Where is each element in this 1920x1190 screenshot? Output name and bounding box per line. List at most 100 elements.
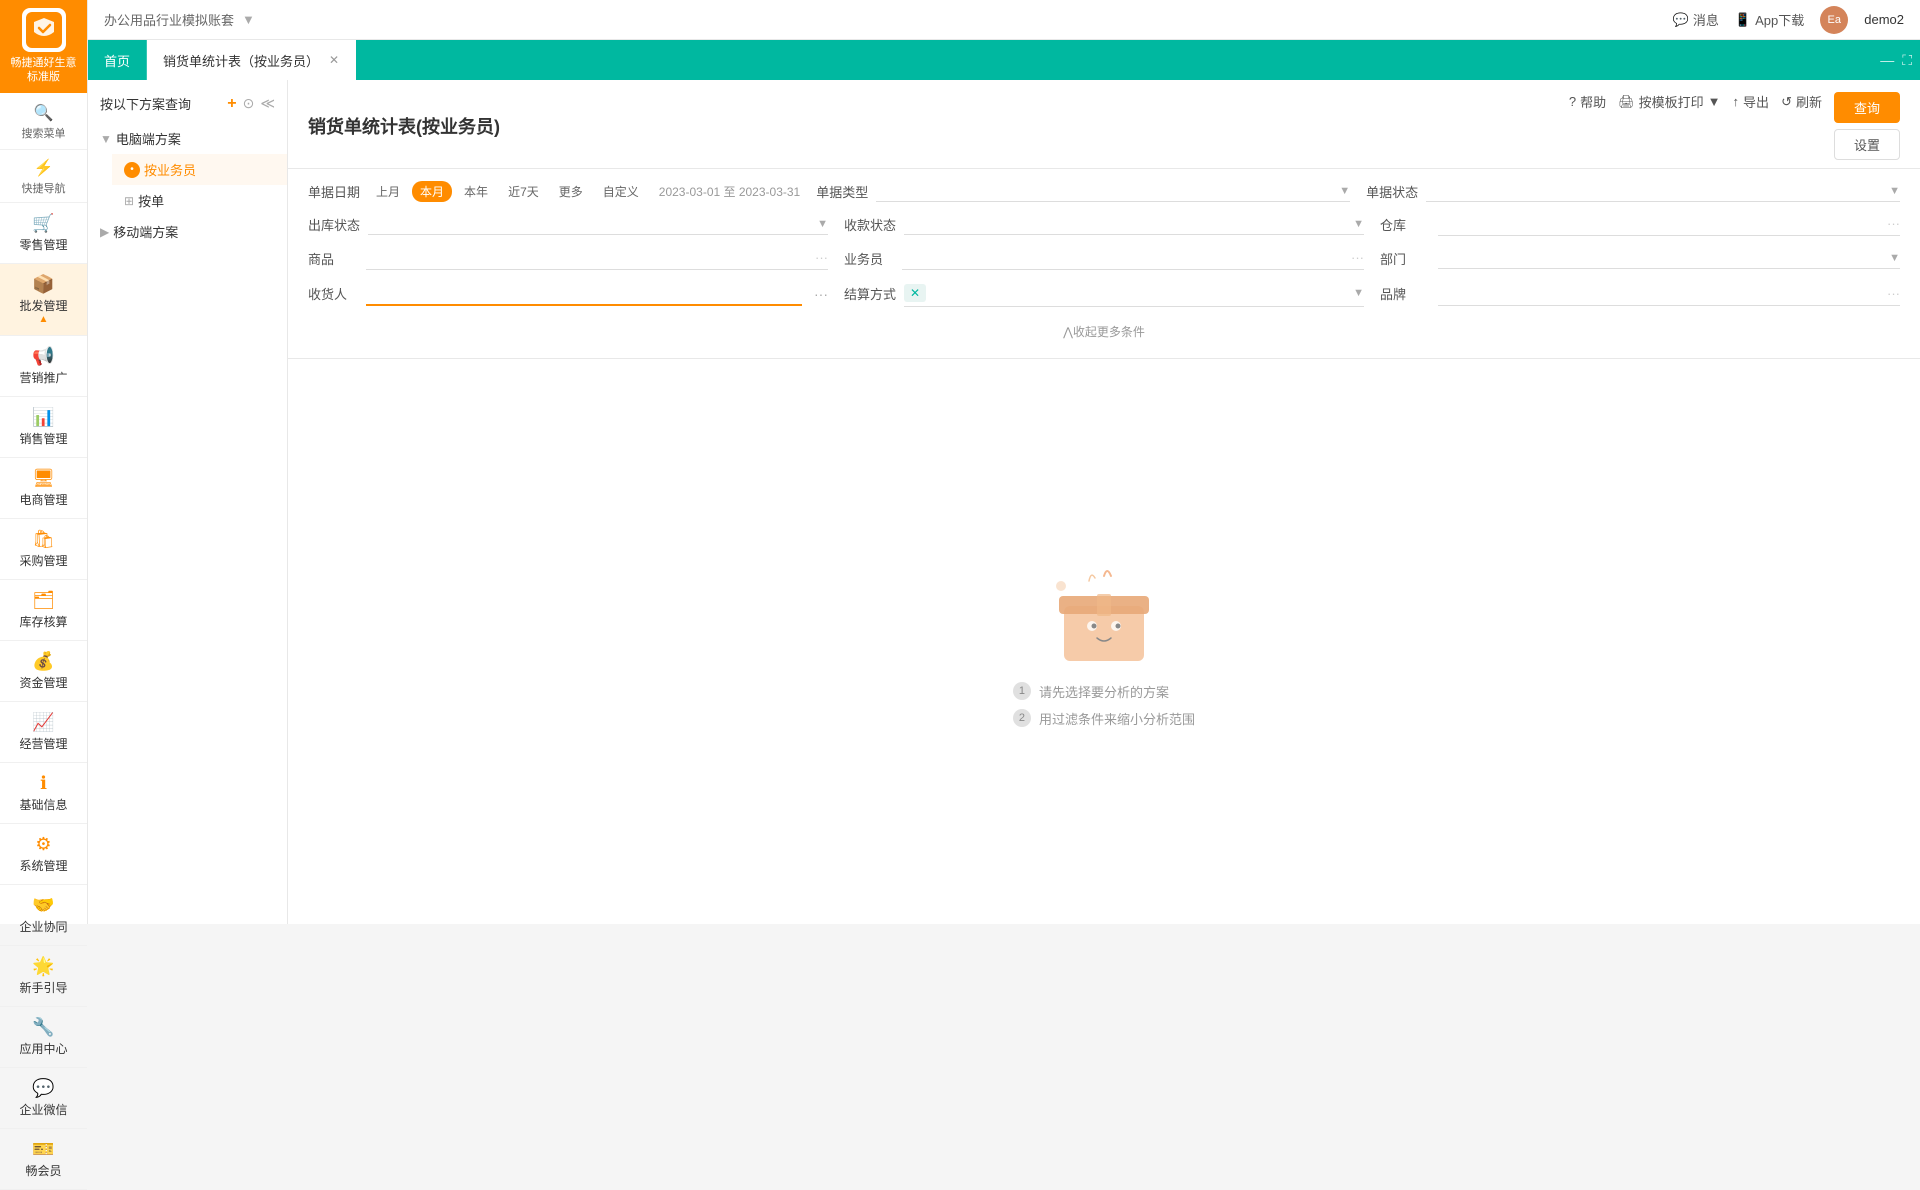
filter-row-2: 出库状态 ▼ 收款状态 ▼ 仓库 — [308, 212, 1900, 236]
payment-method-tag-close[interactable]: ✕ — [910, 286, 920, 300]
user-avatar[interactable]: Ea — [1820, 6, 1848, 34]
payment-method-select[interactable]: ✕ ▼ — [904, 280, 1364, 307]
app-download-btn[interactable]: 📱 App下载 — [1735, 10, 1804, 29]
consignee-label: 收货人 — [308, 284, 358, 303]
type-arrow-icon: ▼ — [1339, 185, 1350, 197]
sidebar-item-ecommerce[interactable]: 🖥 电商管理 — [0, 458, 87, 519]
tab-home[interactable]: 首页 — [88, 40, 147, 80]
date-pill-this-year[interactable]: 本年 — [456, 181, 496, 202]
export-btn[interactable]: ↑ 导出 — [1733, 92, 1770, 111]
dept-arrow-icon: ▼ — [1889, 252, 1900, 264]
member-icon: 🎫 — [32, 1139, 54, 1160]
sidebar-item-wechat[interactable]: 💬 企业微信 — [0, 1068, 87, 1129]
sidebar-item-enterprise[interactable]: 🤝 企业协同 — [0, 885, 87, 946]
filter-payment: 收款状态 ▼ — [844, 214, 1364, 235]
status-select[interactable]: ▼ — [1426, 181, 1900, 202]
filter-brand: 品牌 ··· — [1380, 282, 1900, 306]
user-name[interactable]: demo2 — [1864, 12, 1904, 27]
print-dropdown-icon[interactable]: ▼ — [1708, 94, 1721, 109]
sidebar-item-operations[interactable]: 📈 经营管理 — [0, 702, 87, 763]
date-pill-7days[interactable]: 近7天 — [500, 181, 547, 202]
basic-icon: ℹ — [40, 773, 47, 794]
ecommerce-icon: 🖥 — [32, 468, 55, 489]
staff-select[interactable]: ··· — [902, 246, 1364, 270]
hint-text-2: 用过滤条件来缩小分析范围 — [1039, 709, 1195, 728]
sidebar-item-ecommerce-label: 电商管理 — [19, 491, 67, 508]
filter-out-status: 出库状态 ▼ — [308, 214, 828, 235]
inventory-icon: 🗂 — [32, 590, 55, 611]
sidebar-item-sales[interactable]: 📊 销售管理 — [0, 397, 87, 458]
tree-item-by-staff[interactable]: • 按业务员 — [112, 154, 287, 185]
filter-date: 单据日期 上月 本月 本年 近7天 更多 自定义 2023-03-01 至 20… — [308, 181, 800, 202]
tree-item-pc[interactable]: ▼ 电脑端方案 — [88, 123, 287, 154]
collapse-conditions-btn[interactable]: ⋀ 收起更多条件 — [308, 317, 1900, 346]
tree-sub-pc: • 按业务员 ⊞ 按单 — [88, 154, 287, 216]
sidebar-item-finance[interactable]: 💰 资金管理 — [0, 641, 87, 702]
marketing-icon: 📢 — [32, 346, 54, 367]
grid-icon: ⊞ — [124, 194, 134, 208]
refresh-btn[interactable]: ↺ 刷新 — [1781, 92, 1822, 111]
date-pill-last-month[interactable]: 上月 — [368, 181, 408, 202]
app-download-icon: 📱 — [1735, 12, 1751, 28]
tab-close-btn[interactable]: ✕ — [329, 53, 339, 67]
filter-dept: 部门 ▼ — [1380, 248, 1900, 269]
sidebar-item-inventory[interactable]: 🗂 库存核算 — [0, 580, 87, 641]
tab-sales-report[interactable]: 销货单统计表（按业务员） ✕ — [147, 40, 356, 80]
sidebar-search[interactable]: 🔍 搜索菜单 — [0, 93, 87, 150]
consignee-dots-icon[interactable]: ··· — [814, 286, 828, 302]
date-pill-this-month[interactable]: 本月 — [412, 181, 452, 202]
sidebar-item-wholesale[interactable]: 📦 批发管理 ▲ — [0, 264, 87, 336]
sidebar-item-basic[interactable]: ℹ 基础信息 — [0, 763, 87, 824]
help-btn[interactable]: ? 帮助 — [1569, 92, 1606, 111]
sidebar-item-newbie[interactable]: 🌟 新手引导 — [0, 946, 87, 1007]
type-select[interactable]: ▼ — [876, 181, 1350, 202]
sidebar-item-appstore-label: 应用中心 — [19, 1040, 67, 1057]
tab-expand-icon[interactable]: ⛶ — [1902, 52, 1912, 69]
wechat-icon: 💬 — [32, 1078, 54, 1099]
scheme-tree: ▼ 电脑端方案 • 按业务员 ⊞ 按单 ▶ 移动端方案 — [88, 119, 287, 251]
goods-select[interactable]: ··· — [366, 246, 828, 270]
left-panel: 按以下方案查询 + ⊙ ≪ ▼ 电脑端方案 • 按业务员 — [88, 80, 288, 924]
filter-consignee: 收货人 ··· — [308, 281, 828, 306]
date-pill-custom[interactable]: 自定义 — [595, 181, 647, 202]
query-button[interactable]: 查询 — [1834, 92, 1900, 123]
sidebar-item-operations-label: 经营管理 — [19, 735, 67, 752]
date-pills: 上月 本月 本年 近7天 更多 自定义 2023-03-01 至 2023-03… — [368, 181, 800, 202]
add-scheme-btn[interactable]: + — [227, 95, 236, 113]
message-btn[interactable]: 💬 消息 — [1673, 10, 1719, 29]
topbar: 办公用品行业模拟账套 ▼ 💬 消息 📱 App下载 Ea demo2 — [88, 0, 1920, 40]
date-pill-more[interactable]: 更多 — [551, 181, 591, 202]
warehouse-select[interactable]: ··· — [1438, 212, 1900, 236]
print-btn[interactable]: 🖨 按模板打印 ▼ — [1618, 92, 1720, 111]
refresh-icon: ↺ — [1781, 94, 1792, 110]
edit-scheme-btn[interactable]: ⊙ — [243, 95, 255, 113]
sidebar-item-purchase-label: 采购管理 — [19, 552, 67, 569]
system-icon: ⚙ — [35, 834, 51, 855]
sidebar-item-marketing[interactable]: 📢 营销推广 — [0, 336, 87, 397]
sidebar-item-appstore[interactable]: 🔧 应用中心 — [0, 1007, 87, 1068]
collapse-panel-btn[interactable]: ≪ — [260, 95, 275, 113]
dropdown-icon[interactable]: ▼ — [242, 12, 255, 27]
brand-select[interactable]: ··· — [1438, 282, 1900, 306]
sidebar-item-retail[interactable]: 🛒 零售管理 — [0, 203, 87, 264]
filter-row-3: 商品 ··· 业务员 ··· 部门 — [308, 246, 1900, 270]
settings-button[interactable]: 设置 — [1834, 129, 1900, 160]
payment-select[interactable]: ▼ — [904, 214, 1364, 235]
tree-item-mobile[interactable]: ▶ 移动端方案 — [88, 216, 287, 247]
consignee-input[interactable] — [366, 281, 802, 306]
sidebar-item-system[interactable]: ⚙ 系统管理 — [0, 824, 87, 885]
sidebar-quicknav[interactable]: ⚡ 快捷导航 — [0, 150, 87, 203]
sidebar-item-member[interactable]: 🎫 畅会员 — [0, 1129, 87, 1190]
app-logo[interactable]: 畅捷通好生意 标准版 — [0, 0, 87, 93]
filter-warehouse: 仓库 ··· — [1380, 212, 1900, 236]
sidebar-item-purchase[interactable]: 🛍 采购管理 — [0, 519, 87, 580]
tab-minimize-icon[interactable]: — — [1880, 52, 1894, 68]
right-panel: 销货单统计表(按业务员) ? 帮助 🖨 按模板打印 ▼ ↑ — [288, 80, 1920, 924]
out-status-select[interactable]: ▼ — [368, 214, 828, 235]
print-label: 按模板打印 — [1639, 92, 1704, 111]
tree-item-by-order[interactable]: ⊞ 按单 — [112, 185, 287, 216]
hint-item-2: 2 用过滤条件来缩小分析范围 — [1013, 709, 1195, 728]
warehouse-dots-icon: ··· — [1887, 216, 1900, 231]
out-status-arrow-icon: ▼ — [817, 218, 828, 230]
dept-select[interactable]: ▼ — [1438, 248, 1900, 269]
